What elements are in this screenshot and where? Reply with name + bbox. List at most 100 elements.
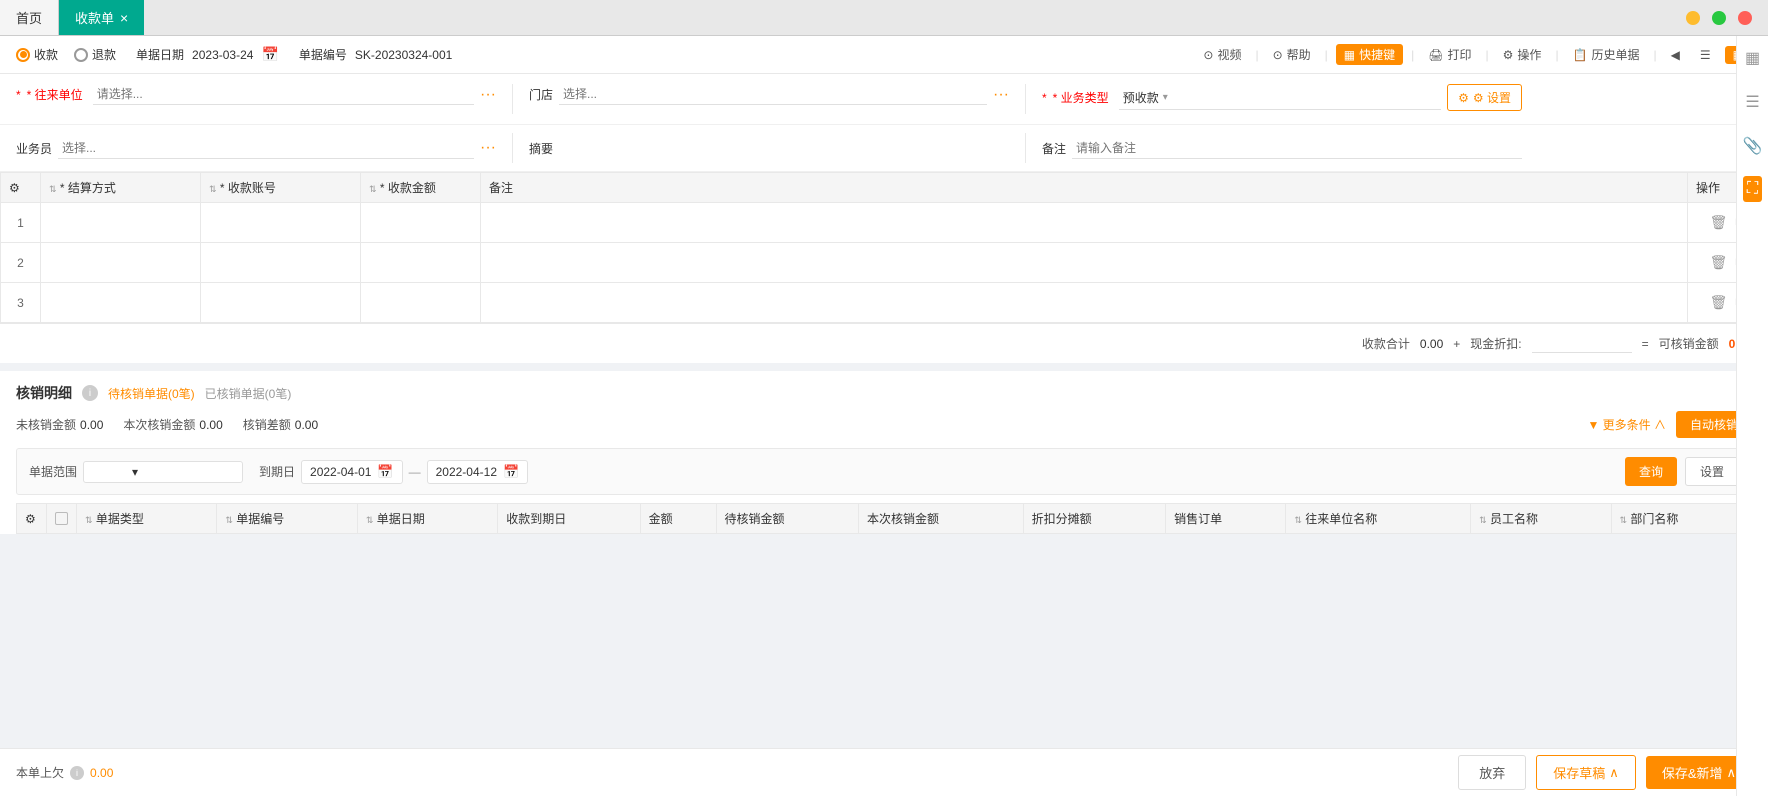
date-from-picker[interactable]: 2022-04-01 📅 <box>301 460 403 484</box>
hexiao-section: 核销明细 i 待核销单据(0笔) 已核销单据(0笔) 未核销金额 0.00 本次… <box>0 371 1768 534</box>
row1-settle[interactable] <box>41 203 201 243</box>
required-star: * <box>16 88 21 102</box>
window-close-btn[interactable] <box>1738 11 1752 25</box>
row1-remark[interactable] <box>481 203 1688 243</box>
total-label: 收款合计 <box>1362 335 1410 352</box>
tab-close-btn[interactable]: × <box>120 10 128 26</box>
save-draft-btn[interactable]: 保存草稿 ∧ <box>1536 755 1636 790</box>
this-order-label: 本单上欠 <box>16 764 64 781</box>
sidebar-list-icon[interactable]: ☰ <box>1741 88 1763 116</box>
range-label: 单据范围 <box>29 463 77 480</box>
query-btn[interactable]: 查询 <box>1625 457 1677 486</box>
date-from-value: 2022-04-01 <box>310 465 371 479</box>
counterparty-more-btn[interactable]: ··· <box>480 87 496 103</box>
table-row: 2 🗑 ⧉ <box>1 243 1768 283</box>
counterparty-input[interactable] <box>93 84 474 105</box>
row3-remark[interactable] <box>481 283 1688 323</box>
video-btn[interactable]: ⊙ 视频 <box>1197 44 1247 65</box>
gear-icon-bottom[interactable]: ⚙ <box>25 512 36 526</box>
staff-more-btn[interactable]: ··· <box>480 140 496 156</box>
delete-icon-3[interactable]: 🗑 <box>1710 294 1728 311</box>
print-btn[interactable]: 🖨 打印 <box>1422 44 1477 65</box>
th-select-all[interactable] <box>47 504 77 534</box>
memo-field: 摘要 <box>529 140 1009 157</box>
delete-icon-2[interactable]: 🗑 <box>1710 254 1728 271</box>
hexiao-info-icon[interactable]: i <box>82 385 98 401</box>
date-to-picker[interactable]: 2022-04-12 📅 <box>427 460 529 484</box>
row1-account[interactable] <box>201 203 361 243</box>
sidebar-attachment-icon[interactable]: 📎 <box>1739 132 1767 160</box>
row2-account[interactable] <box>201 243 361 283</box>
th-dept-name: ⇅ 部门名称 <box>1611 504 1751 534</box>
settings-button[interactable]: ⚙ ⚙ 设置 <box>1447 84 1522 111</box>
current-hexiao-label: 本次核销金额 <box>123 416 195 433</box>
prev-btn[interactable]: ◀ <box>1665 46 1686 64</box>
cal-to-icon[interactable]: 📅 <box>503 464 519 480</box>
shop-label: 门店 <box>529 86 553 103</box>
memo-input[interactable] <box>559 141 1009 155</box>
shortcut-btn[interactable]: ▦ 快捷键 <box>1336 44 1403 65</box>
select-all-checkbox[interactable] <box>55 512 68 525</box>
print-icon: 🖨 <box>1428 48 1443 62</box>
tab-home[interactable]: 首页 <box>0 0 59 35</box>
discount-input[interactable] <box>1532 334 1632 353</box>
th-checkbox: ⚙ <box>17 504 47 534</box>
row1-amount[interactable] <box>361 203 481 243</box>
pending-link[interactable]: 待核销单据(0笔) <box>108 385 195 402</box>
form-container: 收款 退款 单据日期 2023-03-24 📅 单据编号 SK-20230324… <box>0 36 1768 363</box>
gear-icon-th: ⚙ <box>9 181 20 195</box>
staff-input[interactable] <box>58 138 474 159</box>
row3-settle[interactable] <box>41 283 201 323</box>
nav-icon[interactable]: ☰ <box>1694 46 1717 64</box>
help-icon: ⊙ <box>1273 48 1283 62</box>
radio-refund[interactable]: 退款 <box>74 46 116 63</box>
more-conditions-btn[interactable]: ▼ 更多条件 ∧ <box>1587 416 1666 433</box>
window-maximize-btn[interactable] <box>1712 11 1726 25</box>
current-stat: 本次核销金额 0.00 <box>123 416 222 433</box>
abandon-btn[interactable]: 放弃 <box>1458 755 1526 790</box>
row3-account[interactable] <box>201 283 361 323</box>
tab-active-label: 收款单 <box>75 8 114 27</box>
footer-info-icon[interactable]: i <box>70 766 84 780</box>
unconsumed-stat: 未核销金额 0.00 <box>16 416 103 433</box>
sidebar-camera-icon[interactable]: ⛶ <box>1743 176 1762 202</box>
th-settle: ⇅ * 结算方式 <box>41 173 201 203</box>
help-btn[interactable]: ⊙ 帮助 <box>1267 44 1317 65</box>
th-pending-amount: 待核销金额 <box>716 504 858 534</box>
remark-input[interactable] <box>1072 138 1522 159</box>
row2-remark[interactable] <box>481 243 1688 283</box>
divider4 <box>1025 133 1026 163</box>
table-section: ⚙ ⇅ * 结算方式 ⇅ * 收款账号 ⇅ * 收款金额 <box>0 172 1768 323</box>
calendar-icon[interactable]: 📅 <box>261 46 278 63</box>
radio-receive-label: 收款 <box>34 46 58 63</box>
row2-settle[interactable] <box>41 243 201 283</box>
play-icon: ⊙ <box>1203 48 1213 62</box>
business-type-select[interactable]: 预收款 ▾ <box>1119 86 1441 110</box>
shop-input[interactable] <box>559 84 987 105</box>
tab-active[interactable]: 收款单 × <box>59 0 144 35</box>
operations-btn[interactable]: ⚙ 操作 <box>1497 44 1548 65</box>
delete-icon-1[interactable]: 🗑 <box>1710 214 1728 231</box>
save-draft-label: 保存草稿 <box>1553 763 1605 782</box>
range-select[interactable]: ▾ <box>83 461 243 483</box>
radio-refund-circle <box>74 48 88 62</box>
sidebar-table-icon[interactable]: ▦ <box>1741 44 1764 72</box>
row3-amount[interactable] <box>361 283 481 323</box>
row2-amount[interactable] <box>361 243 481 283</box>
cal-from-icon[interactable]: 📅 <box>377 464 393 480</box>
range-filter: 单据范围 ▾ <box>29 461 243 483</box>
filter-settings-btn[interactable]: 设置 <box>1685 457 1739 486</box>
th-gear[interactable]: ⚙ <box>1 173 41 203</box>
shop-more-btn[interactable]: ··· <box>993 87 1009 103</box>
th-counterparty-name: ⇅ 往来单位名称 <box>1286 504 1471 534</box>
form-fields-row2: 业务员 ··· 摘要 备注 <box>0 125 1768 172</box>
window-minimize-btn[interactable] <box>1686 11 1700 25</box>
radio-group: 收款 退款 <box>16 46 116 63</box>
history-btn[interactable]: 📋 历史单据 <box>1567 44 1646 65</box>
table-row: 3 🗑 ⧉ <box>1 283 1768 323</box>
range-chevron-icon: ▾ <box>132 465 138 479</box>
done-link[interactable]: 已核销单据(0笔) <box>205 385 292 402</box>
remark-label: 备注 <box>1042 140 1066 157</box>
radio-receive[interactable]: 收款 <box>16 46 58 63</box>
window-controls <box>1686 11 1768 25</box>
